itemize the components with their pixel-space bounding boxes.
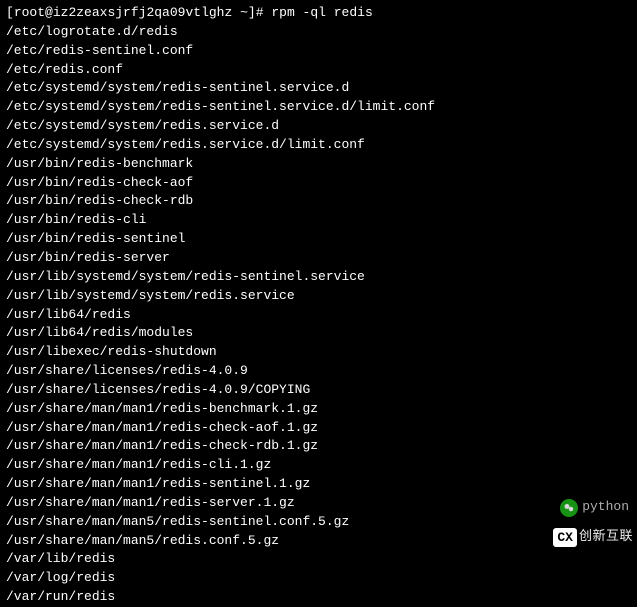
output-line: /var/run/redis <box>6 588 631 607</box>
output-line: /usr/share/man/man1/redis-server.1.gz <box>6 494 631 513</box>
wechat-icon <box>560 499 578 517</box>
cxhl-watermark: CX 创新互联 <box>553 528 633 547</box>
cxhl-badge: CX <box>553 528 577 547</box>
output-line: /usr/share/man/man1/redis-check-rdb.1.gz <box>6 437 631 456</box>
output-line: /usr/share/man/man1/redis-benchmark.1.gz <box>6 400 631 419</box>
output-line: /etc/systemd/system/redis.service.d <box>6 117 631 136</box>
watermark-text: python <box>582 498 629 517</box>
output-line: /etc/redis.conf <box>6 61 631 80</box>
prompt-user: root <box>14 5 45 20</box>
terminal-output[interactable]: [root@iz2zeaxsjrfj2qa09vtlghz ~]# rpm -q… <box>6 4 631 607</box>
output-line: /usr/share/man/man1/redis-check-aof.1.gz <box>6 419 631 438</box>
output-line: /usr/share/licenses/redis-4.0.9 <box>6 362 631 381</box>
prompt-host: iz2zeaxsjrfj2qa09vtlghz <box>53 5 232 20</box>
output-line: /etc/systemd/system/redis-sentinel.servi… <box>6 79 631 98</box>
output-line: /usr/bin/redis-sentinel <box>6 230 631 249</box>
output-line: /usr/bin/redis-check-rdb <box>6 192 631 211</box>
shell-prompt-line: [root@iz2zeaxsjrfj2qa09vtlghz ~]# rpm -q… <box>6 4 631 23</box>
output-line: /etc/systemd/system/redis.service.d/limi… <box>6 136 631 155</box>
output-line: /usr/lib/systemd/system/redis-sentinel.s… <box>6 268 631 287</box>
output-line: /usr/lib64/redis/modules <box>6 324 631 343</box>
output-line: /etc/logrotate.d/redis <box>6 23 631 42</box>
output-line: /usr/lib64/redis <box>6 306 631 325</box>
output-line: /usr/lib/systemd/system/redis.service <box>6 287 631 306</box>
prompt-symbol: # <box>256 5 264 20</box>
output-line: /usr/share/man/man5/redis-sentinel.conf.… <box>6 513 631 532</box>
output-line: /usr/bin/redis-server <box>6 249 631 268</box>
output-line: /var/lib/redis <box>6 550 631 569</box>
output-line: /usr/bin/redis-cli <box>6 211 631 230</box>
prompt-command: rpm -ql redis <box>271 5 372 20</box>
output-line: /etc/systemd/system/redis-sentinel.servi… <box>6 98 631 117</box>
output-line: /usr/bin/redis-benchmark <box>6 155 631 174</box>
cxhl-text: 创新互联 <box>579 528 633 547</box>
output-line: /usr/libexec/redis-shutdown <box>6 343 631 362</box>
output-line: /usr/share/man/man1/redis-cli.1.gz <box>6 456 631 475</box>
watermark: python <box>560 498 629 517</box>
output-line: /usr/share/man/man1/redis-sentinel.1.gz <box>6 475 631 494</box>
output-line: /etc/redis-sentinel.conf <box>6 42 631 61</box>
output-line: /usr/share/man/man5/redis.conf.5.gz <box>6 532 631 551</box>
prompt-cwd: ~ <box>240 5 248 20</box>
output-line: /usr/bin/redis-check-aof <box>6 174 631 193</box>
output-line: /usr/share/licenses/redis-4.0.9/COPYING <box>6 381 631 400</box>
